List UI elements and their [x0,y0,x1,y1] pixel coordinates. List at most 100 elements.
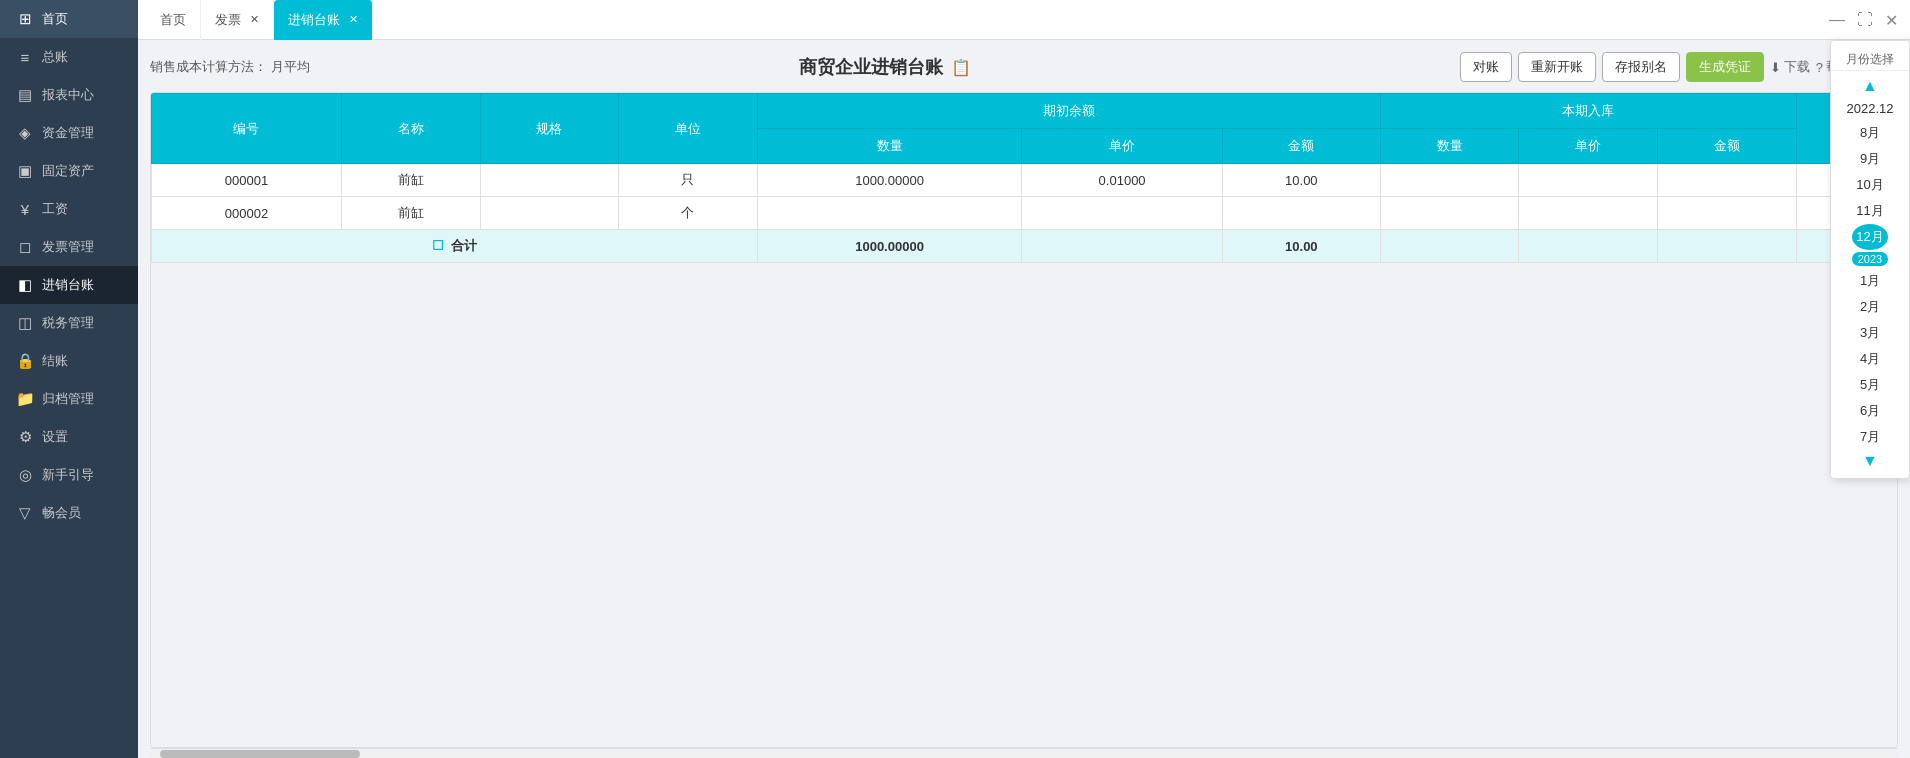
row1-code: 000001 [152,164,342,197]
row1-name: 前缸 [341,164,480,197]
sidebar-item-archive[interactable]: 📁 归档管理 [0,380,138,418]
subtotal-in-amount [1658,230,1797,263]
sidebar-item-tax[interactable]: ◫ 税务管理 [0,304,138,342]
row2-in-price [1519,197,1658,230]
download-button[interactable]: ⬇ 下载 [1770,58,1810,76]
month-3[interactable]: 3月 [1831,320,1909,346]
row2-in-amount [1658,197,1797,230]
col-init-qty: 数量 [757,129,1022,164]
col-group-init: 期初余额 [757,94,1380,129]
reconcile-button[interactable]: 对账 [1460,52,1512,82]
row2-init-price [1022,197,1223,230]
col-unit: 单位 [619,94,758,164]
subtotal-init-qty: 1000.00000 [757,230,1022,263]
subtotal-row: ☐ 合计 1000.00000 10.00 [152,230,1897,263]
salary-icon: ¥ [16,201,34,218]
sidebar-item-home[interactable]: ⊞ 首页 [0,0,138,38]
month-5[interactable]: 5月 [1831,372,1909,398]
sidebar: ⊞ 首页 ≡ 总账 ▤ 报表中心 ◈ 资金管理 ▣ 固定资产 ¥ 工资 ◻ 发票… [0,0,138,758]
month-panel-title: 月份选择 [1831,47,1909,71]
sidebar-item-purchase-sale[interactable]: ◧ 进销台账 [0,266,138,304]
tab-purchase-sale[interactable]: 进销台账 ✕ [274,0,373,40]
col-init-amount: 金额 [1222,129,1380,164]
main-area: 首页 发票 ✕ 进销台账 ✕ — ⛶ ✕ 销售成本计算方法： 月平均 商贸企业进… [138,0,1910,758]
row2-spec [480,197,619,230]
funds-icon: ◈ [16,124,34,142]
month-year-2022: 2022.12 [1831,97,1909,120]
purchase-sale-icon: ◧ [16,276,34,294]
gear-icon: ⚙ [16,428,34,446]
subtotal-label: ☐ 合计 [152,230,758,263]
sidebar-item-close[interactable]: 🔒 结账 [0,342,138,380]
sidebar-item-assets[interactable]: ▣ 固定资产 [0,152,138,190]
tab-purchase-sale-close[interactable]: ✕ [349,13,358,26]
page-title-area: 商贸企业进销台账 📋 [310,55,1460,79]
year-2023-badge: 2023 [1852,252,1888,266]
table-wrapper: 编号 名称 规格 单位 期初余额 本期入库 数 数量 单价 金额 数量 单价 [150,92,1898,748]
row1-spec [480,164,619,197]
sidebar-item-invoice[interactable]: ◻ 发票管理 [0,228,138,266]
sidebar-item-ledger[interactable]: ≡ 总账 [0,38,138,76]
month-nav-up-button[interactable]: ▲ [1858,77,1882,95]
row1-in-qty [1380,164,1519,197]
row1-init-amount: 10.00 [1222,164,1380,197]
month-2[interactable]: 2月 [1831,294,1909,320]
maximize-button[interactable]: ⛶ [1853,8,1877,31]
sidebar-item-settings[interactable]: ⚙ 设置 [0,418,138,456]
download-icon: ⬇ [1770,60,1781,75]
month-12[interactable]: 12月 [1852,224,1888,250]
table-row: 000002 前缸 个 [152,197,1897,230]
window-close-button[interactable]: ✕ [1881,8,1902,31]
subtotal-init-amount: 10.00 [1222,230,1380,263]
tab-bar: 首页 发票 ✕ 进销台账 ✕ — ⛶ ✕ [138,0,1910,40]
scrollbar-thumb[interactable] [160,750,360,758]
tab-invoice[interactable]: 发票 ✕ [201,0,274,40]
generate-button[interactable]: 生成凭证 [1686,52,1764,82]
month-6[interactable]: 6月 [1831,398,1909,424]
archive-icon: 📁 [16,390,34,408]
month-4[interactable]: 4月 [1831,346,1909,372]
sidebar-item-member[interactable]: ▽ 畅会员 [0,494,138,532]
sidebar-item-funds[interactable]: ◈ 资金管理 [0,114,138,152]
minimize-button[interactable]: — [1825,8,1849,31]
row2-name: 前缸 [341,197,480,230]
toolbar-row: 销售成本计算方法： 月平均 商贸企业进销台账 📋 对账 重新开账 存报别名 生成… [150,52,1898,82]
help-icon: ? [1816,60,1823,75]
reports-icon: ▤ [16,86,34,104]
reopen-button[interactable]: 重新开账 [1518,52,1596,82]
month-panel: 月份选择 ▲ 2022.12 8月 9月 10月 11月 12月 2023 1月… [1830,40,1910,479]
row1-in-amount [1658,164,1797,197]
month-9[interactable]: 9月 [1831,146,1909,172]
col-spec: 规格 [480,94,619,164]
subtotal-init-price [1022,230,1223,263]
row1-unit: 只 [619,164,758,197]
sidebar-item-reports[interactable]: ▤ 报表中心 [0,76,138,114]
guide-icon: ◎ [16,466,34,484]
row1-init-price: 0.01000 [1022,164,1223,197]
sidebar-item-salary[interactable]: ¥ 工资 [0,190,138,228]
row2-unit: 个 [619,197,758,230]
tab-home[interactable]: 首页 [146,0,201,40]
tab-invoice-close[interactable]: ✕ [250,13,259,26]
month-nav-down-button[interactable]: ▼ [1858,452,1882,470]
row1-init-qty: 1000.00000 [757,164,1022,197]
col-name: 名称 [341,94,480,164]
month-7[interactable]: 7月 [1831,424,1909,450]
month-8[interactable]: 8月 [1831,120,1909,146]
table-row: 000001 前缸 只 1000.00000 0.01000 10.00 [152,164,1897,197]
horizontal-scrollbar[interactable] [150,748,1898,758]
month-10[interactable]: 10月 [1831,172,1909,198]
bookmark-icon[interactable]: 📋 [951,58,971,77]
close-account-icon: 🔒 [16,352,34,370]
col-init-price: 单价 [1022,129,1223,164]
col-in-qty: 数量 [1380,129,1519,164]
sidebar-item-guide[interactable]: ◎ 新手引导 [0,456,138,494]
cost-method: 销售成本计算方法： 月平均 [150,58,310,76]
content-area: 销售成本计算方法： 月平均 商贸企业进销台账 📋 对账 重新开账 存报别名 生成… [138,40,1910,758]
row2-in-qty [1380,197,1519,230]
month-nav-down: ▼ [1831,450,1909,472]
save-as-button[interactable]: 存报别名 [1602,52,1680,82]
home-icon: ⊞ [16,10,34,28]
month-1[interactable]: 1月 [1831,268,1909,294]
month-11[interactable]: 11月 [1831,198,1909,224]
